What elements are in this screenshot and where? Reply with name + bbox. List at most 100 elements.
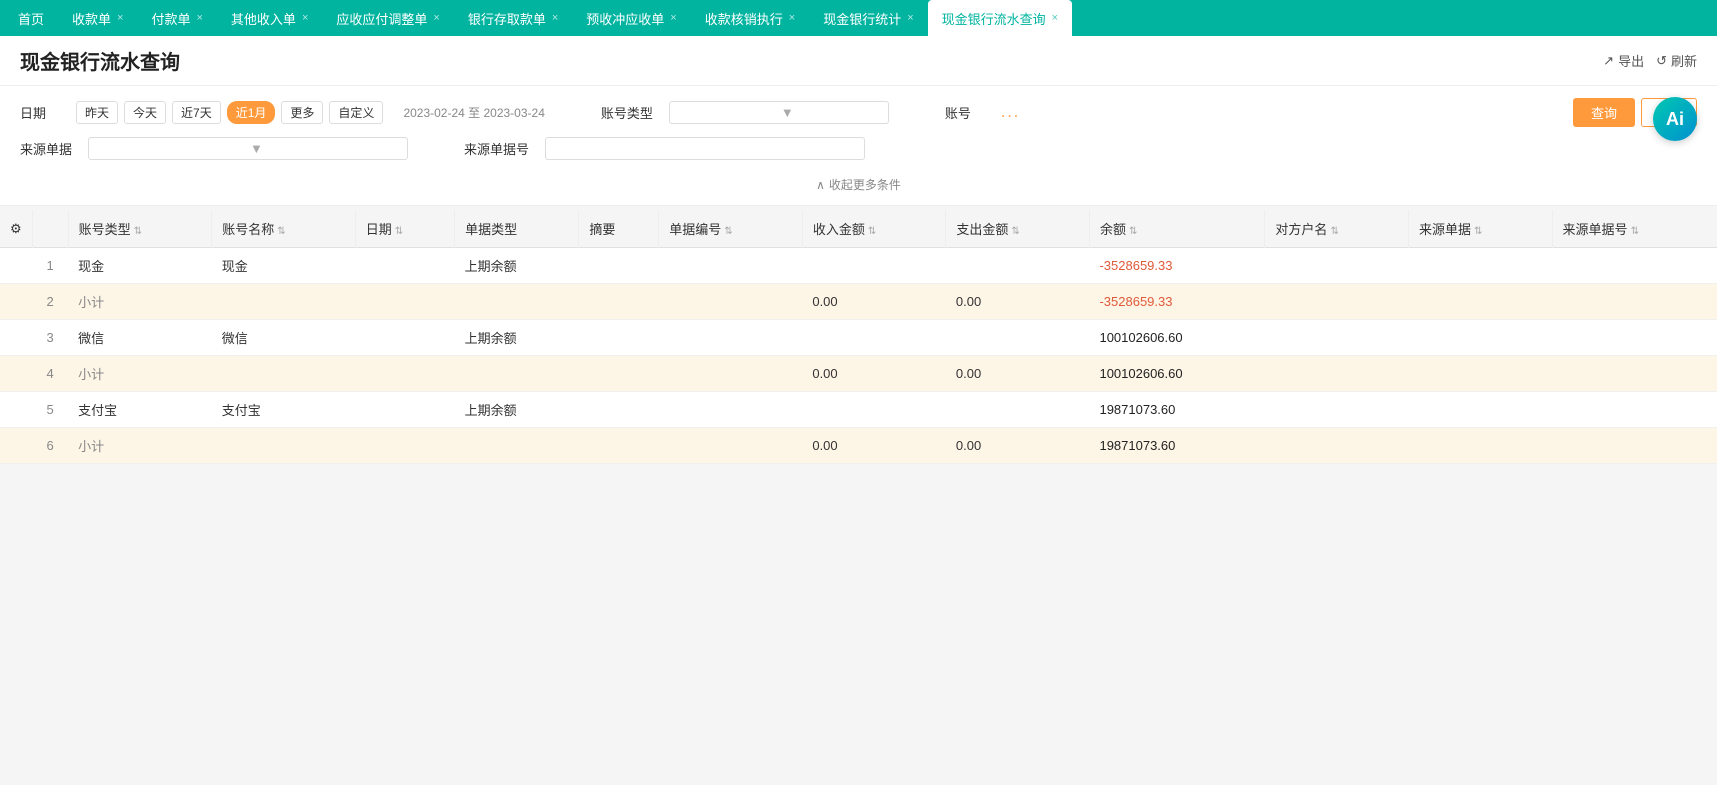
row-num: 4 (32, 356, 68, 392)
nav-tab-其他收入单[interactable]: 其他收入单× (217, 0, 322, 36)
date-btn-昨天[interactable]: 昨天 (76, 101, 118, 124)
nav-tab-收款单[interactable]: 收款单× (58, 0, 137, 36)
column-source_doc[interactable]: 来源单据⇅ (1408, 210, 1552, 248)
column-date[interactable]: 日期⇅ (355, 210, 454, 248)
cell-counterparty (1265, 392, 1409, 428)
source-doc-no-input[interactable] (545, 137, 865, 160)
export-label: 导出 (1618, 51, 1644, 70)
date-btn-更多[interactable]: 更多 (281, 101, 323, 124)
table-row: 3微信微信上期余额100102606.60 (0, 320, 1717, 356)
table-header: ⚙账号类型⇅账号名称⇅日期⇅单据类型摘要单据编号⇅收入金额⇅支出金额⇅余额⇅对方… (0, 210, 1717, 248)
nav-tab-应收应付调整单[interactable]: 应收应付调整单× (322, 0, 453, 36)
tab-close-icon[interactable]: × (789, 12, 795, 24)
tab-close-icon[interactable]: × (302, 12, 308, 24)
filter-row-2: 来源单据 ▼ 来源单据号 (20, 137, 1697, 160)
column-source_doc_no[interactable]: 来源单据号⇅ (1552, 210, 1717, 248)
cell-doc_type: 上期余额 (455, 248, 579, 284)
cell-doc_no (659, 392, 803, 428)
cell-account_type: 小计 (68, 284, 212, 320)
collapse-up-icon: ∧ (816, 178, 825, 192)
cell-source_doc_no (1552, 320, 1717, 356)
cell-expense: 0.00 (946, 284, 1090, 320)
sort-icon: ⇅ (277, 226, 285, 237)
table-body: 1现金现金上期余额-3528659.332小计0.000.00-3528659.… (0, 248, 1717, 464)
tab-close-icon[interactable]: × (196, 12, 202, 24)
source-doc-select[interactable]: ▼ (88, 137, 408, 160)
row-gear (0, 284, 32, 320)
cell-account_name (212, 356, 356, 392)
nav-tab-现金银行流水查询[interactable]: 现金银行流水查询× (928, 0, 1072, 36)
column-expense[interactable]: 支出金额⇅ (946, 210, 1090, 248)
cell-balance: 19871073.60 (1089, 428, 1264, 464)
cell-doc_no (659, 428, 803, 464)
cell-counterparty (1265, 428, 1409, 464)
collapse-bar[interactable]: ∧ 收起更多条件 (20, 170, 1697, 197)
tab-close-icon[interactable]: × (907, 12, 913, 24)
nav-tab-预收冲应收单[interactable]: 预收冲应收单× (572, 0, 690, 36)
column-counterparty[interactable]: 对方户名⇅ (1265, 210, 1409, 248)
column-doc_no[interactable]: 单据编号⇅ (659, 210, 803, 248)
date-btn-近1月[interactable]: 近1月 (227, 101, 276, 124)
ai-badge[interactable]: Ai (1653, 97, 1697, 141)
sort-icon: ⇅ (395, 226, 403, 237)
account-type-label: 账号类型 (601, 103, 653, 122)
date-buttons: 昨天今天近7天近1月更多自定义 (76, 101, 383, 124)
nav-tab-付款单[interactable]: 付款单× (137, 0, 216, 36)
row-num: 6 (32, 428, 68, 464)
table-row: 6小计0.000.0019871073.60 (0, 428, 1717, 464)
column-gear[interactable]: ⚙ (0, 210, 32, 248)
row-gear (0, 320, 32, 356)
cell-source_doc (1408, 356, 1552, 392)
cell-source_doc (1408, 248, 1552, 284)
tab-close-icon[interactable]: × (117, 12, 123, 24)
table-area: ⚙账号类型⇅账号名称⇅日期⇅单据类型摘要单据编号⇅收入金额⇅支出金额⇅余额⇅对方… (0, 210, 1717, 464)
date-btn-今天[interactable]: 今天 (124, 101, 166, 124)
column-account_type[interactable]: 账号类型⇅ (68, 210, 212, 248)
export-icon: ↗ (1603, 53, 1614, 69)
cell-income (802, 248, 946, 284)
header-actions: ↗ 导出 ↺ 刷新 (1603, 51, 1697, 70)
column-income[interactable]: 收入金额⇅ (802, 210, 946, 248)
cell-doc_type (455, 284, 579, 320)
sort-icon: ⇅ (1474, 226, 1482, 237)
nav-tab-银行存取款单[interactable]: 银行存取款单× (454, 0, 572, 36)
cell-account_type: 小计 (68, 356, 212, 392)
sort-icon: ⇅ (1631, 226, 1639, 237)
tab-close-icon[interactable]: × (670, 12, 676, 24)
tab-close-icon[interactable]: × (1052, 12, 1058, 24)
sort-icon: ⇅ (1011, 226, 1019, 237)
cell-summary (579, 248, 659, 284)
column-account_name[interactable]: 账号名称⇅ (212, 210, 356, 248)
cell-income (802, 320, 946, 356)
cell-balance: 100102606.60 (1089, 356, 1264, 392)
nav-tab-收款核销执行[interactable]: 收款核销执行× (691, 0, 809, 36)
cell-counterparty (1265, 320, 1409, 356)
cell-account_name (212, 284, 356, 320)
row-gear (0, 248, 32, 284)
column-balance[interactable]: 余额⇅ (1089, 210, 1264, 248)
cell-source_doc (1408, 320, 1552, 356)
account-type-arrow-icon: ▼ (781, 105, 880, 120)
export-button[interactable]: ↗ 导出 (1603, 51, 1644, 70)
cell-account_type: 现金 (68, 248, 212, 284)
date-btn-自定义[interactable]: 自定义 (329, 101, 383, 124)
cell-doc_type (455, 356, 579, 392)
nav-home[interactable]: 首页 (4, 0, 58, 36)
tab-close-icon[interactable]: × (433, 12, 439, 24)
nav-tab-现金银行统计[interactable]: 现金银行统计× (809, 0, 927, 36)
table-row: 5支付宝支付宝上期余额19871073.60 (0, 392, 1717, 428)
query-button[interactable]: 查询 (1573, 98, 1635, 127)
cell-date (355, 248, 454, 284)
date-btn-近7天[interactable]: 近7天 (172, 101, 221, 124)
account-dots-button[interactable]: ... (1001, 104, 1020, 122)
cell-income (802, 392, 946, 428)
tab-close-icon[interactable]: × (552, 12, 558, 24)
cell-account_name: 现金 (212, 248, 356, 284)
refresh-button[interactable]: ↺ 刷新 (1656, 51, 1697, 70)
cell-counterparty (1265, 284, 1409, 320)
date-label: 日期 (20, 103, 60, 122)
row-gear (0, 392, 32, 428)
table-row: 1现金现金上期余额-3528659.33 (0, 248, 1717, 284)
sort-icon: ⇅ (1330, 226, 1338, 237)
account-type-select[interactable]: ▼ (669, 101, 889, 124)
